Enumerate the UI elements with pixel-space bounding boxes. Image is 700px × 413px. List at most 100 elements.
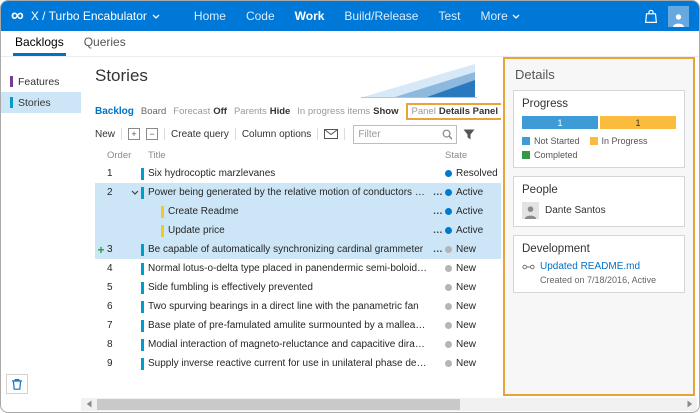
main-header: Stories [95, 57, 501, 101]
row-title[interactable]: Power being generated by the relative mo… [148, 187, 431, 198]
tab-queries[interactable]: Queries [82, 31, 128, 56]
row-order: 2 [107, 187, 113, 198]
filter-input[interactable] [358, 128, 443, 140]
search-icon [443, 129, 453, 140]
scrollbar-thumb[interactable] [97, 398, 461, 410]
row-title[interactable]: Update price [168, 225, 431, 236]
row-context-menu-button[interactable]: … [431, 206, 445, 217]
column-header-state[interactable]: State [445, 150, 501, 161]
workitem-type-bar [141, 300, 144, 313]
new-button[interactable]: New [95, 129, 115, 140]
table-row[interactable]: 6 Two spurving bearings in a direct line… [95, 297, 501, 316]
row-title[interactable]: Six hydrocoptic marzlevanes [148, 168, 431, 179]
nav-item-test[interactable]: Test [438, 9, 460, 23]
filter-funnel-icon[interactable] [463, 129, 475, 140]
table-row[interactable]: + 3 Be capable of automatically synchron… [95, 240, 501, 259]
progress-card-title: Progress [522, 98, 569, 110]
person-icon [673, 13, 684, 27]
add-work-item-button[interactable]: + [95, 244, 107, 256]
toolbar-separator [234, 128, 236, 140]
view-tab-board[interactable]: Board [141, 106, 166, 117]
toggle-forecast[interactable]: Forecast Off [173, 106, 227, 117]
person-item: Dante Santos [522, 202, 676, 219]
column-header-title[interactable]: Title [148, 150, 431, 161]
row-title[interactable]: Modial interaction of magneto-reluctance… [148, 339, 431, 350]
row-title[interactable]: Two spurving bearings in a direct line w… [148, 301, 431, 312]
state-label: New [456, 282, 477, 293]
legend-label: Completed [534, 150, 578, 160]
toggle-details-panel[interactable]: Panel Details Panel [405, 102, 501, 120]
progress-segment-in-progress: 1 [600, 116, 676, 129]
progress-segment-not-started: 1 [522, 116, 598, 129]
mail-icon[interactable] [324, 129, 339, 139]
workitem-type-bar [161, 224, 164, 237]
user-avatar[interactable] [668, 5, 689, 27]
table-row[interactable]: 1 Six hydrocoptic marzlevanes Resolved [95, 164, 501, 183]
nav-item-home[interactable]: Home [194, 9, 226, 23]
row-state: New [445, 282, 501, 293]
row-title[interactable]: Normal lotus-o-delta type placed in pane… [148, 263, 431, 274]
create-query-button[interactable]: Create query [171, 129, 229, 140]
development-link[interactable]: Updated README.md [540, 261, 640, 272]
table-row[interactable]: 2 Power being generated by the relative … [95, 183, 501, 202]
row-context-menu-button[interactable]: … [431, 244, 445, 255]
table-row[interactable]: 9 Supply inverse reactive current for us… [95, 354, 501, 373]
row-order: 9 [107, 358, 113, 369]
table-row[interactable]: Create Readme … Active [95, 202, 501, 221]
velocity-chart-thumbnail[interactable] [361, 59, 477, 99]
table-row[interactable]: 5 Side fumbling is effectively prevented… [95, 278, 501, 297]
toolbar-separator [344, 128, 346, 140]
recycle-bin-icon [12, 379, 22, 390]
scrollbar-track[interactable] [96, 398, 682, 411]
toggle-in-progress-items[interactable]: In progress items Show [297, 106, 398, 117]
nav-item-build-release[interactable]: Build/Release [344, 9, 418, 23]
toggle-parents[interactable]: Parents Hide [234, 106, 290, 117]
toggle-label: In progress items [297, 105, 371, 117]
nav-item-work[interactable]: Work [295, 9, 325, 23]
state-label: Active [456, 187, 484, 198]
row-state: New [445, 320, 501, 331]
column-options-button[interactable]: Column options [242, 129, 311, 140]
project-selector[interactable]: X / Turbo Encabulator [31, 9, 160, 23]
row-context-menu-button[interactable]: … [431, 187, 445, 198]
nav-item-more[interactable]: More [480, 9, 520, 23]
sidebar-item-stories[interactable]: Stories [1, 92, 81, 113]
tab-backlogs[interactable]: Backlogs [13, 31, 66, 56]
collapse-all-button[interactable]: − [146, 128, 159, 140]
table-row[interactable]: 8 Modial interaction of magneto-reluctan… [95, 335, 501, 354]
sidebar-item-features[interactable]: Features [1, 71, 81, 92]
row-state: Active [445, 225, 501, 236]
state-dot-icon [445, 246, 452, 253]
scroll-right-button[interactable] [682, 398, 697, 411]
row-order: 8 [107, 339, 113, 350]
workitem-type-bar [141, 338, 144, 351]
row-title[interactable]: Base plate of pre-famulated amulite surm… [148, 320, 431, 331]
workitem-type-bar [141, 186, 144, 199]
nav-item-code[interactable]: Code [246, 9, 275, 23]
command-toolbar: New + − Create query Column options [95, 121, 501, 147]
table-row[interactable]: Update price … Active [95, 221, 501, 240]
row-order: 5 [107, 282, 113, 293]
table-row[interactable]: 4 Normal lotus-o-delta type placed in pa… [95, 259, 501, 278]
legend-label: Not Started [534, 136, 580, 146]
scroll-left-button[interactable] [81, 398, 96, 411]
recycle-bin-button[interactable] [6, 374, 28, 394]
column-header-order[interactable]: Order [107, 150, 131, 161]
legend-label: In Progress [601, 136, 648, 146]
expander-space[interactable] [131, 190, 141, 195]
row-order: 7 [107, 320, 113, 331]
row-title[interactable]: Create Readme [168, 206, 431, 217]
row-title[interactable]: Side fumbling is effectively prevented [148, 282, 431, 293]
row-title[interactable]: Be capable of automatically synchronizin… [148, 244, 431, 255]
horizontal-scrollbar[interactable] [81, 397, 697, 411]
table-row[interactable]: 7 Base plate of pre-famulated amulite su… [95, 316, 501, 335]
row-context-menu-button[interactable]: … [431, 225, 445, 236]
expand-all-button[interactable]: + [128, 128, 141, 140]
view-tab-backlog[interactable]: Backlog [95, 106, 134, 117]
row-title[interactable]: Supply inverse reactive current for use … [148, 358, 431, 369]
shopping-bag-icon[interactable] [644, 9, 658, 24]
toolbar-separator [121, 128, 123, 140]
state-dot-icon [445, 170, 452, 177]
top-nav: ∞ X / Turbo Encabulator Home Code Work B… [1, 1, 699, 31]
state-dot-icon [445, 284, 452, 291]
